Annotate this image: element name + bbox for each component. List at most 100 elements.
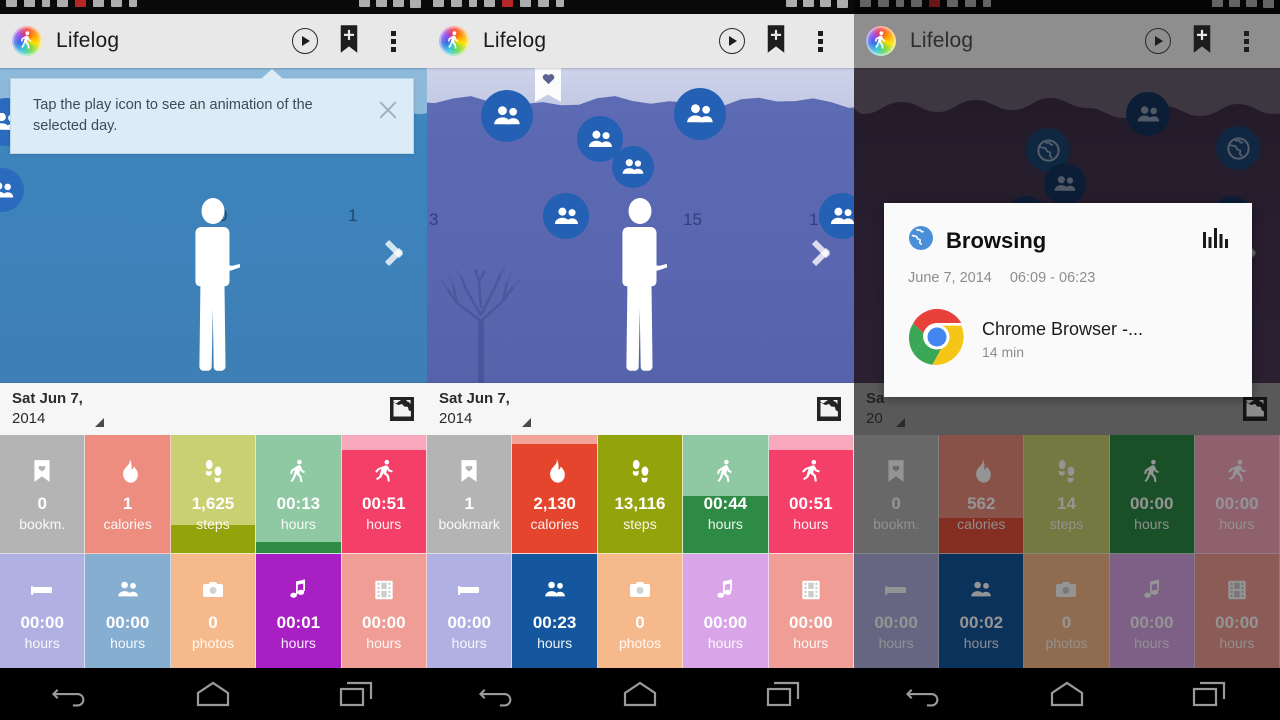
tile-unit: hours <box>1219 635 1255 652</box>
flame-icon <box>541 453 569 489</box>
date-selector-bar[interactable]: Sat Jun 7, 2014 <box>427 383 854 435</box>
tile-unit: photos <box>1045 635 1088 652</box>
tile-unit: calories <box>957 516 1006 533</box>
footsteps-icon <box>627 453 653 489</box>
tile-value: 00:00 <box>874 612 918 632</box>
people-bubble[interactable] <box>1126 92 1170 136</box>
tile-value: 00:00 <box>1215 612 1259 632</box>
tile-value: 00:02 <box>959 612 1004 632</box>
date-selector-bar[interactable]: Sat Jun 7, 2014 <box>0 383 427 435</box>
people-bubble[interactable] <box>674 88 726 140</box>
stat-tile[interactable]: 00:51 hours <box>768 435 854 554</box>
stat-tile[interactable]: 00:00 hours <box>1194 435 1280 554</box>
browsing-bubble[interactable] <box>1216 126 1260 170</box>
stat-tile[interactable]: 2,130 calories <box>512 435 598 554</box>
recent-apps-icon[interactable] <box>328 674 384 714</box>
stat-tile[interactable]: 00:00 hours <box>341 554 427 668</box>
home-icon[interactable] <box>612 674 668 714</box>
close-icon[interactable] <box>373 95 403 125</box>
stat-tile[interactable]: 00:44 hours <box>683 435 769 554</box>
stat-tile[interactable]: 00:13 hours <box>256 435 342 554</box>
stat-tile[interactable]: 13,116 steps <box>597 435 684 554</box>
stat-tile[interactable]: 00:23 hours <box>512 554 598 668</box>
tile-value: 00:00 <box>703 612 748 632</box>
stat-tile[interactable]: 1,625 steps <box>170 435 257 554</box>
recent-apps-icon[interactable] <box>755 674 811 714</box>
globe-map-icon[interactable] <box>1242 396 1268 422</box>
tile-unit: hours <box>24 635 60 652</box>
chevron-down-icon[interactable] <box>94 418 104 427</box>
overflow-menu-button[interactable] <box>798 19 842 63</box>
back-arrow-icon[interactable] <box>43 674 99 714</box>
stat-tile[interactable]: 0 photos <box>597 554 684 668</box>
day-scene[interactable]: 3141516 <box>427 68 854 383</box>
camera-icon <box>626 572 654 608</box>
back-arrow-icon[interactable] <box>897 674 953 714</box>
status-icon <box>947 0 958 7</box>
tile-value: 00:13 <box>276 493 321 513</box>
overflow-menu-button[interactable] <box>1224 19 1268 63</box>
add-bookmark-button[interactable] <box>754 19 798 63</box>
stat-tile[interactable]: 0 bookm. <box>854 435 940 554</box>
stat-tile[interactable]: 00:00 hours <box>85 554 171 668</box>
status-icon <box>484 0 495 7</box>
overflow-menu-button[interactable] <box>371 19 415 63</box>
next-day-button[interactable] <box>383 228 409 272</box>
stat-tile[interactable]: 1 bookmark <box>427 435 513 554</box>
play-animation-button[interactable] <box>710 19 754 63</box>
stat-tile[interactable]: 00:00 hours <box>683 554 769 668</box>
card-app-row[interactable]: Chrome Browser -... 14 min <box>908 308 1228 371</box>
people-bubble[interactable] <box>1044 163 1086 205</box>
add-bookmark-button[interactable] <box>1180 19 1224 63</box>
home-icon[interactable] <box>185 674 241 714</box>
stat-tile[interactable]: 0 bookm. <box>0 435 86 554</box>
globe-map-icon[interactable] <box>389 396 415 422</box>
stat-tile[interactable]: 00:00 hours <box>427 554 513 668</box>
people-bubble[interactable] <box>481 90 533 142</box>
next-day-button[interactable] <box>810 228 836 272</box>
back-arrow-icon[interactable] <box>470 674 526 714</box>
chevron-down-icon[interactable] <box>521 418 531 427</box>
tile-unit: calories <box>103 516 152 533</box>
add-bookmark-button[interactable] <box>327 19 371 63</box>
stat-tile[interactable]: 1 calories <box>85 435 171 554</box>
tile-progress-fill <box>256 542 341 553</box>
status-bar <box>427 0 854 14</box>
stat-tile[interactable]: 562 calories <box>939 435 1025 554</box>
stat-tile[interactable]: 00:01 hours <box>256 554 342 668</box>
stat-tile[interactable]: 00:51 hours <box>341 435 427 554</box>
stat-tile[interactable]: 00:02 hours <box>939 554 1025 668</box>
people-bubble[interactable] <box>0 168 24 212</box>
people-bubble[interactable] <box>612 146 654 188</box>
bar-chart-icon[interactable] <box>1202 227 1228 254</box>
status-icon <box>803 0 814 7</box>
stat-tile[interactable]: 00:00 hours <box>1194 554 1280 668</box>
tile-value: 00:00 <box>1215 493 1259 513</box>
stat-tile[interactable]: 0 photos <box>1024 554 1110 668</box>
status-icon <box>376 0 387 7</box>
people-bubble[interactable] <box>543 193 589 239</box>
stat-tile[interactable]: 14 steps <box>1024 435 1110 554</box>
status-icon <box>24 0 35 7</box>
stat-tile[interactable]: 00:00 hours <box>0 554 86 668</box>
person-silhouette <box>615 193 668 383</box>
status-icon <box>538 0 549 7</box>
play-animation-button[interactable] <box>283 19 327 63</box>
globe-map-icon[interactable] <box>816 396 842 422</box>
date-line-1: Sa <box>866 389 885 407</box>
stat-tile[interactable]: 00:00 hours <box>854 554 940 668</box>
tile-unit: hours <box>537 635 573 652</box>
status-icon <box>820 0 831 7</box>
chevron-down-icon[interactable] <box>896 418 906 427</box>
recent-apps-icon[interactable] <box>1181 674 1237 714</box>
stat-tile[interactable]: 00:00 hours <box>768 554 854 668</box>
play-circle-icon <box>292 28 318 54</box>
stat-tile[interactable]: 00:00 hours <box>1109 554 1195 668</box>
play-animation-button[interactable] <box>1136 19 1180 63</box>
browsing-detail-card: Browsing June 7, 2014 06:09 - 06:23 Chrome … <box>884 203 1252 397</box>
status-icon <box>111 0 122 7</box>
app-bar: Lifelog <box>0 14 427 68</box>
home-icon[interactable] <box>1039 674 1095 714</box>
stat-tile[interactable]: 00:00 hours <box>1109 435 1195 554</box>
stat-tile[interactable]: 0 photos <box>170 554 257 668</box>
